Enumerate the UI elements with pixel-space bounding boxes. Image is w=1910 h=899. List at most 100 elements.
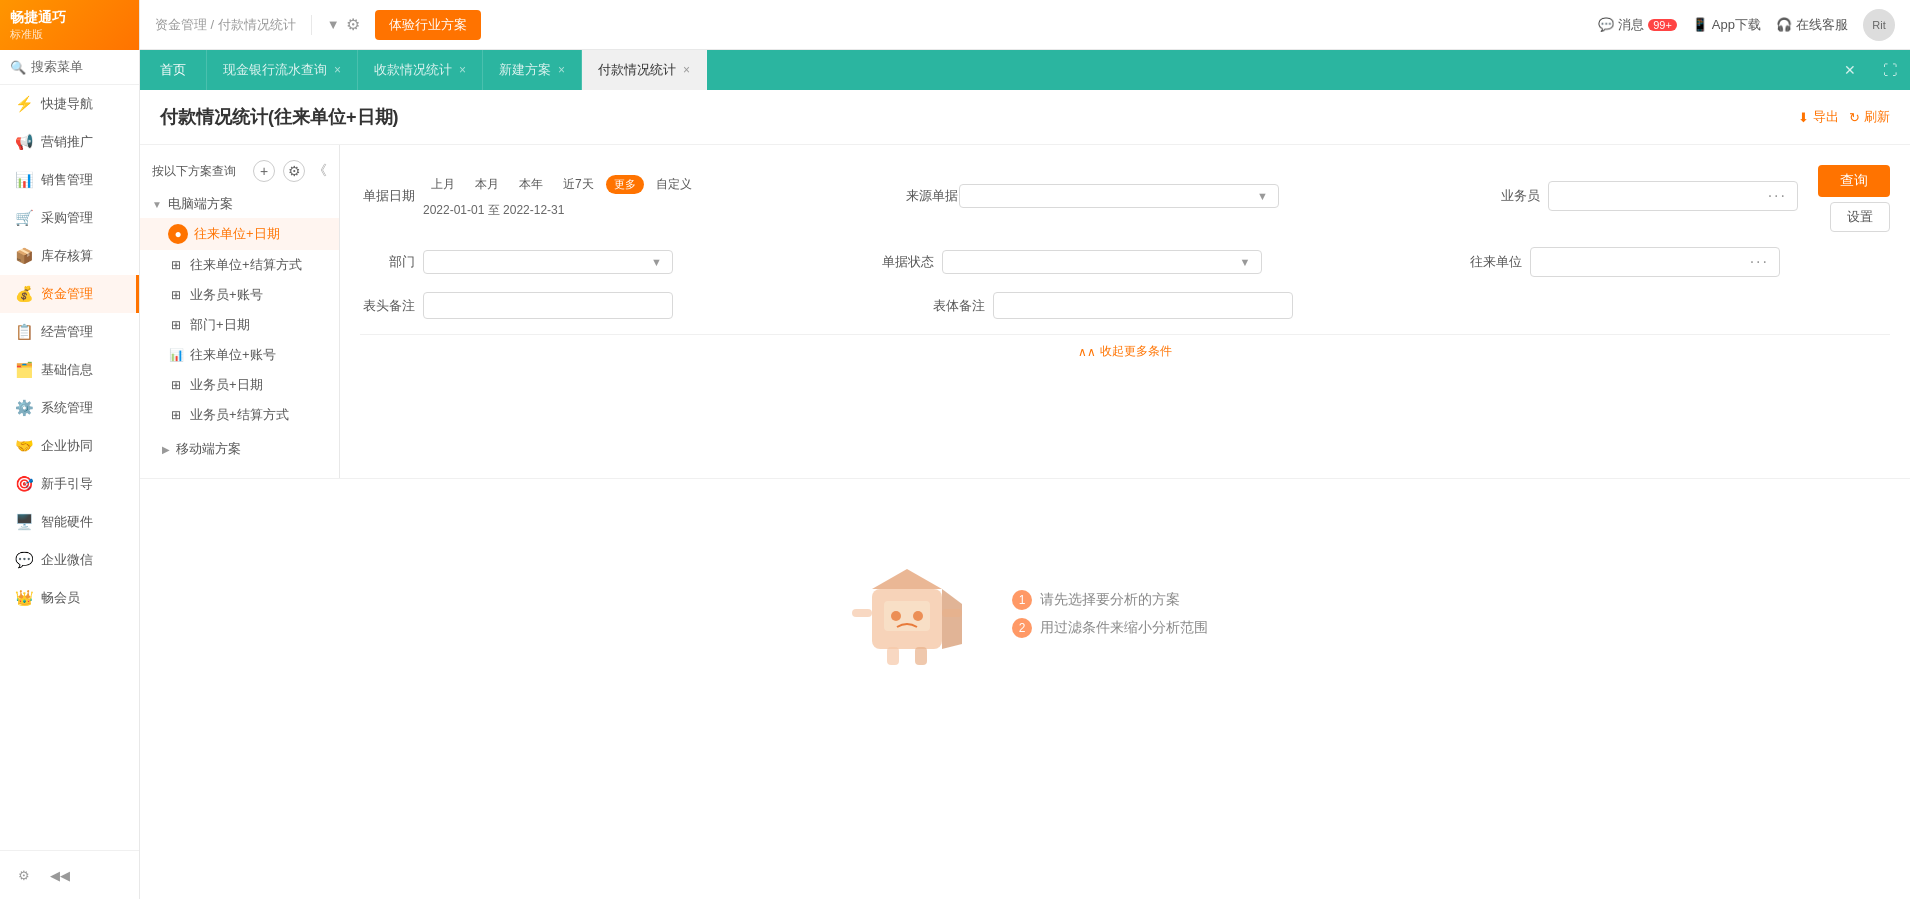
sidebar-item-sales[interactable]: 📊 销售管理 — [0, 161, 139, 199]
topbar-gear-icon[interactable]: ⚙ — [346, 15, 360, 34]
content-area: 付款情况统计(往来单位+日期) ⬇ 导出 ↻ 刷新 按 — [140, 90, 1910, 899]
svg-marker-1 — [872, 569, 942, 589]
sidebar-item-basic-info[interactable]: 🗂️ 基础信息 — [0, 351, 139, 389]
tab-bank-flow-close[interactable]: × — [334, 63, 341, 77]
date-this-month[interactable]: 本月 — [467, 173, 507, 196]
scheme-item-staff-date[interactable]: ⊞ 业务员+日期 — [140, 370, 339, 400]
date-last-month[interactable]: 上月 — [423, 173, 463, 196]
marketing-icon: 📢 — [15, 133, 33, 151]
date-this-year[interactable]: 本年 — [511, 173, 551, 196]
partner-label: 往来单位 — [1467, 253, 1522, 271]
date-7days[interactable]: 近7天 — [555, 173, 602, 196]
header-note-input[interactable] — [423, 292, 673, 319]
header-note-label: 表头备注 — [360, 297, 415, 315]
basic-info-icon: 🗂️ — [15, 361, 33, 379]
sidebar-item-finance[interactable]: 💰 资金管理 — [0, 275, 139, 313]
scheme-item-unit-settle[interactable]: ⊞ 往来单位+结算方式 — [140, 250, 339, 280]
experience-btn[interactable]: 体验行业方案 — [375, 10, 481, 40]
sidebar-item-wechat[interactable]: 💬 企业微信 — [0, 541, 139, 579]
sidebar-item-label: 系统管理 — [41, 399, 93, 417]
scheme-item-label: 业务员+日期 — [190, 376, 263, 394]
staff-field: 业务员 ··· — [1485, 181, 1798, 211]
query-btn[interactable]: 查询 — [1818, 165, 1890, 197]
export-btn[interactable]: ⬇ 导出 — [1798, 108, 1839, 126]
sidebar-item-enterprise[interactable]: 🤝 企业协同 — [0, 427, 139, 465]
partner-field: 往来单位 ··· — [1467, 247, 1780, 277]
date-more[interactable]: 更多 — [606, 175, 644, 194]
scheme-item-unit-date[interactable]: ● 往来单位+日期 — [140, 218, 339, 250]
body-note-field: 表体备注 — [930, 292, 1293, 319]
empty-state: 1 请先选择要分析的方案 2 用过滤条件来缩小分析范围 — [140, 479, 1910, 749]
refresh-btn[interactable]: ↻ 刷新 — [1849, 108, 1890, 126]
sidebar-item-inventory[interactable]: 📦 库存核算 — [0, 237, 139, 275]
sidebar-search-btn[interactable]: 🔍 搜索菜单 — [0, 50, 139, 85]
maximize-window-btn[interactable]: ⛶ — [1870, 50, 1910, 90]
scheme-collapse-btn[interactable]: 《 — [313, 162, 327, 180]
filter-settings-btn[interactable]: 设置 — [1830, 202, 1890, 232]
tab-home[interactable]: 首页 — [140, 50, 207, 90]
filter-row-1: 单据日期 上月 本月 本年 近7天 更多 自定义 20 — [360, 160, 1890, 232]
tab-payment-stats-close[interactable]: × — [683, 63, 690, 77]
sidebar-item-label: 新手引导 — [41, 475, 93, 493]
sidebar-item-quick-nav[interactable]: ⚡ 快捷导航 — [0, 85, 139, 123]
tab-window-btns: ✕ ⛶ — [1830, 50, 1910, 90]
tab-new-scheme[interactable]: 新建方案 × — [483, 50, 582, 90]
scheme-settings-btn[interactable]: ⚙ — [283, 160, 305, 182]
phone-icon: 📱 — [1692, 17, 1708, 32]
scheme-item-staff-account[interactable]: ⊞ 业务员+账号 — [140, 280, 339, 310]
user-avatar[interactable]: Rit — [1863, 9, 1895, 41]
sidebar-footer: ⚙ ◀◀ — [0, 850, 139, 899]
tab-new-scheme-close[interactable]: × — [558, 63, 565, 77]
date-custom[interactable]: 自定义 — [648, 173, 700, 196]
hardware-icon: 🖥️ — [15, 513, 33, 531]
tab-receivable[interactable]: 收款情况统计 × — [358, 50, 483, 90]
sidebar-item-label: 基础信息 — [41, 361, 93, 379]
source-voucher-select[interactable]: ▼ — [959, 184, 1279, 208]
inventory-icon: 📦 — [15, 247, 33, 265]
online-service-btn[interactable]: 🎧 在线客服 — [1776, 16, 1848, 34]
svg-rect-9 — [915, 647, 927, 665]
system-icon: ⚙️ — [15, 399, 33, 417]
sidebar-item-purchase[interactable]: 🛒 采购管理 — [0, 199, 139, 237]
scheme-mobile-header[interactable]: ▶ 移动端方案 — [140, 435, 339, 463]
app-download-btn[interactable]: 📱 App下载 — [1692, 16, 1761, 34]
scheme-item-table-icon: ⊞ — [168, 407, 184, 423]
staff-select[interactable]: ··· — [1548, 181, 1798, 211]
sidebar-item-system[interactable]: ⚙️ 系统管理 — [0, 389, 139, 427]
sidebar-item-vip[interactable]: 👑 畅会员 — [0, 579, 139, 617]
scheme-arrow-icon: ▼ — [152, 199, 162, 210]
tab-payment-stats[interactable]: 付款情况统计 × — [582, 50, 707, 90]
sidebar-search-label: 搜索菜单 — [31, 58, 83, 76]
scheme-item-dept-date[interactable]: ⊞ 部门+日期 — [140, 310, 339, 340]
sidebar-item-hardware[interactable]: 🖥️ 智能硬件 — [0, 503, 139, 541]
scheme-add-btn[interactable]: + — [253, 160, 275, 182]
sidebar-collapse-btn[interactable]: ◀◀ — [46, 861, 74, 889]
scheme-item-label: 业务员+结算方式 — [190, 406, 289, 424]
partner-select[interactable]: ··· — [1530, 247, 1780, 277]
body-note-input[interactable] — [993, 292, 1293, 319]
sidebar-item-guide[interactable]: 🎯 新手引导 — [0, 465, 139, 503]
sidebar-settings-btn[interactable]: ⚙ — [10, 861, 38, 889]
partner-more-icon[interactable]: ··· — [1750, 253, 1769, 271]
dept-select[interactable]: ▼ — [423, 250, 673, 274]
topbar-actions: 💬 消息 99+ 📱 App下载 🎧 在线客服 Rit — [1598, 9, 1895, 41]
export-label: 导出 — [1813, 108, 1839, 126]
sidebar-item-marketing[interactable]: 📢 营销推广 — [0, 123, 139, 161]
voucher-status-select[interactable]: ▼ — [942, 250, 1262, 274]
collapse-bar[interactable]: ∧∧ 收起更多条件 — [360, 334, 1890, 368]
tab-receivable-close[interactable]: × — [459, 63, 466, 77]
source-voucher-label: 来源单据 — [906, 187, 951, 205]
step-1-num: 1 — [1012, 590, 1032, 610]
topbar-breadcrumb: 资金管理 / 付款情况统计 — [155, 16, 296, 34]
scheme-item-unit-account[interactable]: 📊 往来单位+账号 — [140, 340, 339, 370]
sidebar-item-label: 经营管理 — [41, 323, 93, 341]
scheme-item-staff-settle[interactable]: ⊞ 业务员+结算方式 — [140, 400, 339, 430]
scheme-desktop-header[interactable]: ▼ 电脑端方案 — [140, 190, 339, 218]
topbar-dropdown-icon[interactable]: ▼ — [327, 17, 340, 32]
staff-more-icon[interactable]: ··· — [1768, 187, 1787, 205]
tab-bank-flow[interactable]: 现金银行流水查询 × — [207, 50, 358, 90]
notification-btn[interactable]: 💬 消息 99+ — [1598, 16, 1677, 34]
scheme-item-label: 业务员+账号 — [190, 286, 263, 304]
sidebar-item-operation[interactable]: 📋 经营管理 — [0, 313, 139, 351]
close-window-btn[interactable]: ✕ — [1830, 50, 1870, 90]
